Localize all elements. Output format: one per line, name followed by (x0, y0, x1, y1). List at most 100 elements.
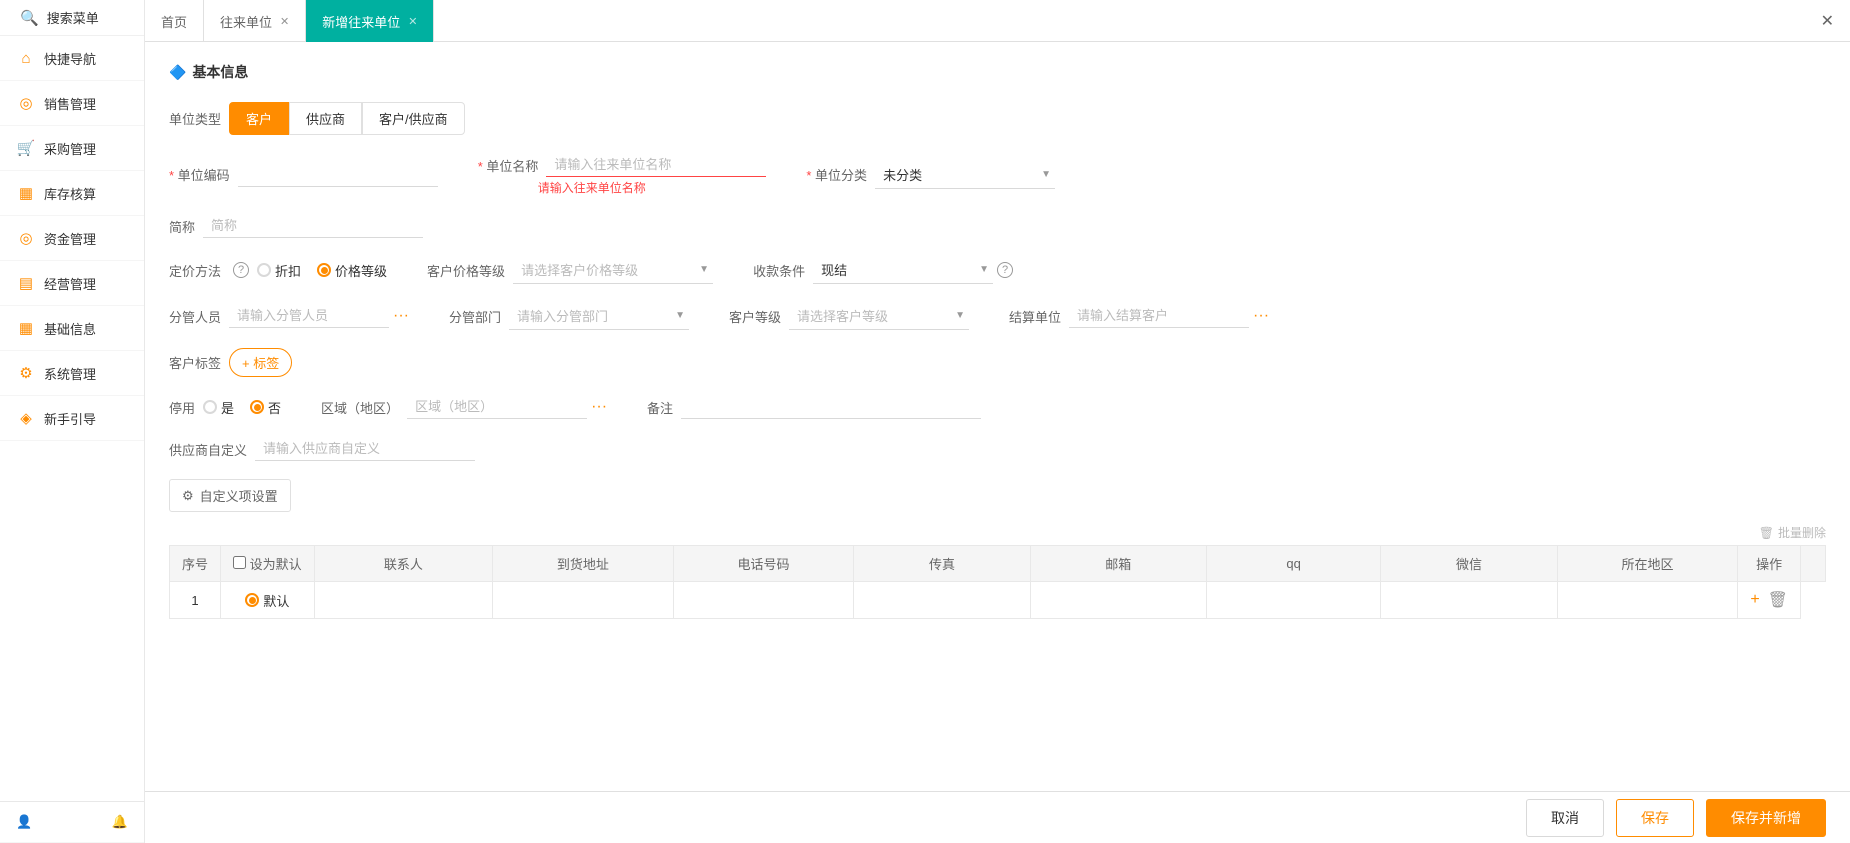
sidebar-item-basic[interactable]: ▦基础信息 (0, 306, 144, 351)
tab-close-icon[interactable]: ✕ (408, 15, 417, 28)
abbr-input[interactable] (203, 214, 423, 238)
notification-icon: 🔔 (112, 814, 128, 830)
qq-input[interactable] (1219, 593, 1368, 608)
manager-input[interactable] (229, 304, 389, 328)
payment-terms-help-icon[interactable]: ? (997, 262, 1013, 278)
customer-price-level-group: 客户价格等级 请选择客户价格等级 ▼ (427, 256, 713, 284)
fax-input[interactable] (866, 593, 1017, 608)
settlement-input[interactable] (1069, 304, 1249, 328)
region-more-icon[interactable]: ··· (591, 398, 607, 416)
custom-settings-button[interactable]: ⚙ 自定义项设置 (169, 479, 291, 512)
unit-name-input[interactable] (546, 153, 766, 177)
select-all-checkbox[interactable] (233, 556, 246, 569)
sidebar-item-inventory[interactable]: ▦库存核算 (0, 171, 144, 216)
unit-name-label: 单位名称 (478, 156, 539, 175)
add-row-icon[interactable]: + (1750, 591, 1759, 609)
settlement-more-icon[interactable]: ··· (1253, 307, 1269, 325)
sidebar-item-purchase[interactable]: 🛒 采购管理 (0, 126, 144, 171)
email-input[interactable] (1043, 593, 1194, 608)
sidebar-item-newbie[interactable]: ◈新手引导 (0, 396, 144, 441)
type-btn-both[interactable]: 客户/供应商 (362, 102, 465, 135)
sidebar-item-label: 新手引导 (44, 409, 96, 428)
cell-region[interactable] (1557, 582, 1738, 619)
phone-input[interactable] (686, 593, 842, 608)
address-input[interactable] (505, 593, 661, 608)
col-header-3: 到货地址 (493, 546, 674, 582)
disabled-no-option[interactable]: 否 (250, 398, 281, 417)
cell-fax[interactable] (854, 582, 1030, 619)
unit-type-row: 单位类型 客户供应商客户/供应商 (169, 102, 1826, 135)
sidebar-search-label: 搜索菜单 (47, 8, 99, 27)
cell-email[interactable] (1030, 582, 1206, 619)
supplier-custom-label: 供应商自定义 (169, 440, 247, 459)
delete-row-icon[interactable]: 🗑 (1768, 590, 1788, 610)
region-table-input[interactable] (1570, 593, 1726, 608)
tab-partners[interactable]: 往来单位✕ (204, 0, 306, 42)
abbr-group: 简称 (169, 214, 423, 238)
content-area: 🔷 基本信息 单位类型 客户供应商客户/供应商 单位编码 000009 单位名称 (145, 42, 1850, 791)
save-new-button[interactable]: 保存并新增 (1706, 799, 1826, 837)
table-actions-bar: 🗑 批量删除 (169, 524, 1826, 541)
customer-price-level-select[interactable]: 请选择客户价格等级 ▼ (513, 256, 713, 284)
customer-tag-row: 客户标签 + 标签 (169, 348, 1826, 377)
sidebar-item-system[interactable]: ⚙ 系统管理 (0, 351, 144, 396)
sidebar-item-finance[interactable]: ◎资金管理 (0, 216, 144, 261)
supplier-custom-input[interactable] (255, 437, 475, 461)
remark-input[interactable] (681, 395, 981, 419)
section-title: 🔷 基本信息 (169, 62, 1826, 82)
system-icon: ⚙ (16, 363, 36, 383)
department-label: 分管部门 (449, 307, 501, 326)
cell-contact[interactable] (314, 582, 492, 619)
settings-icon: ⚙ (182, 488, 194, 504)
payment-terms-select[interactable]: 现结 ▼ (813, 256, 993, 284)
payment-terms-label: 收款条件 (753, 261, 805, 280)
contact-input[interactable] (327, 593, 480, 608)
batch-delete-button[interactable]: 🗑 批量删除 (1759, 524, 1826, 541)
tab-home[interactable]: 首页 (145, 0, 204, 42)
sidebar-item-sales[interactable]: ◎销售管理 (0, 81, 144, 126)
sidebar-search[interactable]: 🔍 搜索菜单 (0, 0, 144, 36)
default-radio[interactable] (245, 593, 259, 607)
unit-category-group: 单位分类 未分类 ▼ (806, 161, 1055, 189)
customer-level-select[interactable]: 请选择客户等级 ▼ (789, 302, 969, 330)
sidebar-item-quick-nav[interactable]: ⌂快捷导航 (0, 36, 144, 81)
sidebar-item-label: 经营管理 (44, 274, 96, 293)
cell-phone[interactable] (673, 582, 854, 619)
cancel-button[interactable]: 取消 (1526, 799, 1604, 837)
unit-code-input[interactable]: 000009 (238, 163, 438, 187)
tab-close-icon[interactable]: ✕ (280, 15, 289, 28)
pricing-help-icon[interactable]: ? (233, 262, 249, 278)
sidebar-item-bottom1[interactable]: 👤 🔔 (0, 802, 144, 843)
manager-more-icon[interactable]: ··· (393, 307, 409, 325)
tab-label: 新增往来单位 (322, 12, 400, 31)
type-btn-supplier[interactable]: 供应商 (289, 102, 362, 135)
quick-nav-icon: ⌂ (16, 48, 36, 68)
col-header-4: 电话号码 (673, 546, 854, 582)
disabled-label: 停用 (169, 398, 195, 417)
cell-qq[interactable] (1206, 582, 1380, 619)
region-input[interactable] (407, 395, 587, 419)
type-btn-customer[interactable]: 客户 (229, 102, 289, 135)
window-close-button[interactable]: ✕ (1805, 0, 1850, 42)
sidebar: 🔍 搜索菜单 ⌂快捷导航◎销售管理 🛒 采购管理 ▦库存核算◎资金管理▤经营管理▦基础… (0, 0, 145, 843)
pricing-discount-option[interactable]: 折扣 (257, 261, 301, 280)
cell-address[interactable] (493, 582, 674, 619)
department-select[interactable]: 请输入分管部门 ▼ (509, 302, 689, 330)
pricing-level-option[interactable]: 价格等级 (317, 261, 387, 280)
sidebar-item-label: 系统管理 (44, 364, 96, 383)
tab-new-partner[interactable]: 新增往来单位 ✕ (306, 0, 434, 42)
settlement-group: 结算单位 ··· (1009, 304, 1269, 328)
add-tag-button[interactable]: + 标签 (229, 348, 292, 377)
disabled-yes-option[interactable]: 是 (203, 398, 234, 417)
sidebar-item-label: 采购管理 (44, 139, 96, 158)
wechat-input[interactable] (1393, 593, 1544, 608)
supplier-custom-group: 供应商自定义 (169, 437, 475, 461)
cell-wechat[interactable] (1381, 582, 1557, 619)
manager-row: 分管人员 ··· 分管部门 请输入分管部门 ▼ 客户等级 请选择客户等级 ▼ 结… (169, 302, 1826, 330)
unit-category-select[interactable]: 未分类 ▼ (875, 161, 1055, 189)
purchase-icon: 🛒 (16, 138, 36, 158)
section-title-text: 基本信息 (192, 62, 248, 82)
batch-delete-icon: 🗑 (1759, 526, 1774, 540)
sidebar-item-operations[interactable]: ▤经营管理 (0, 261, 144, 306)
save-button[interactable]: 保存 (1616, 799, 1694, 837)
